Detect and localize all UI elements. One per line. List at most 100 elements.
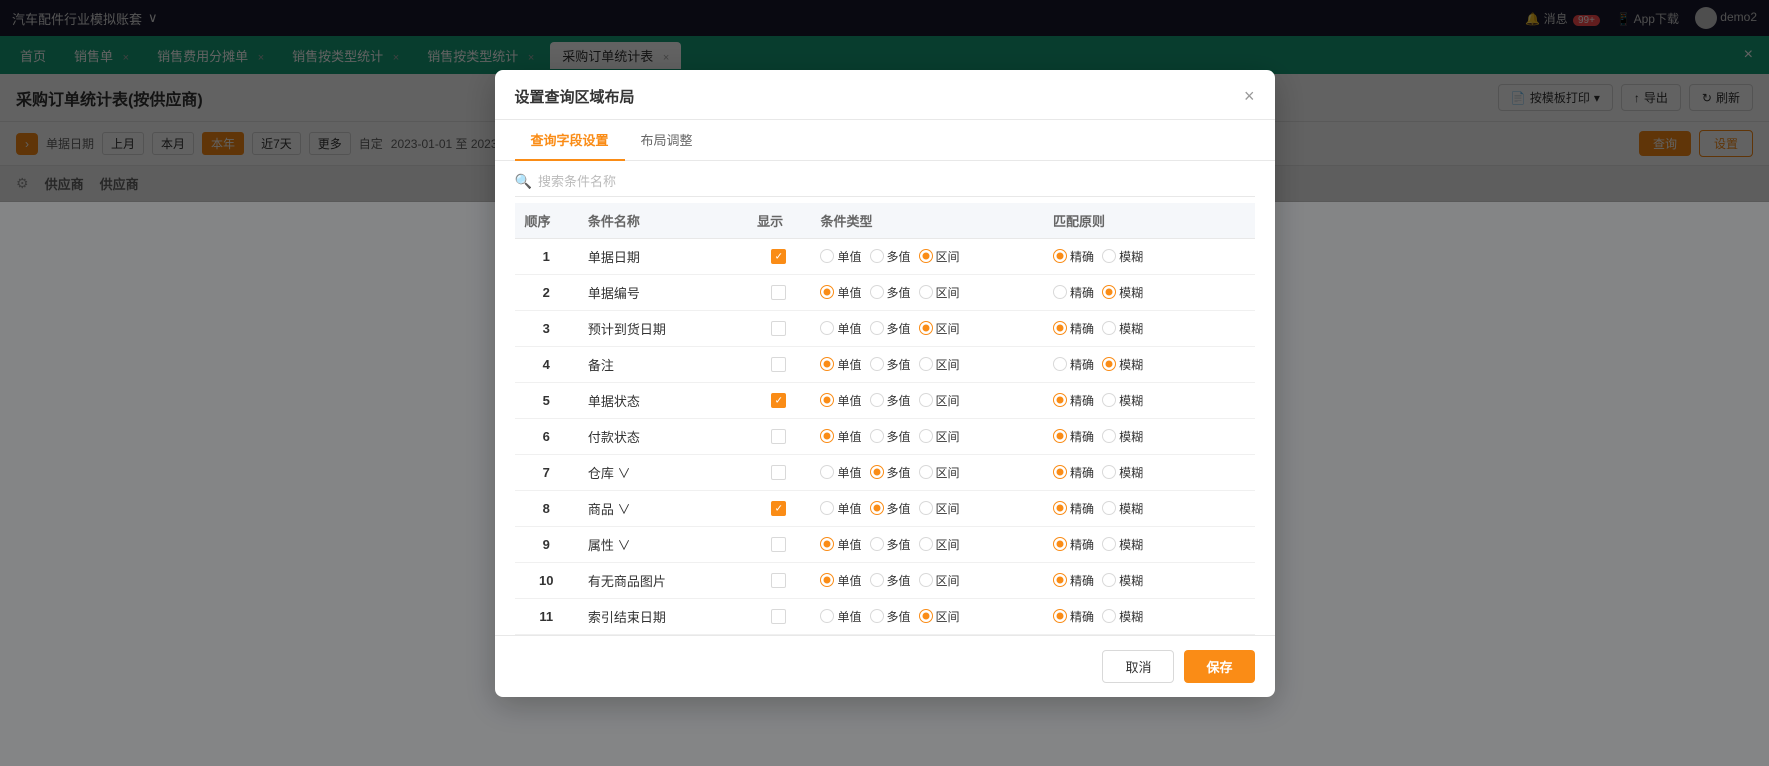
type-option-多值-row-9[interactable]: 多值 bbox=[870, 536, 911, 553]
radio-circle-match-精确-row-10 bbox=[1053, 573, 1067, 587]
match-option-模糊-row-2[interactable]: 模糊 bbox=[1102, 284, 1143, 301]
match-option-精确-row-3[interactable]: 精确 bbox=[1053, 320, 1094, 337]
row-order-8: 8 bbox=[515, 490, 578, 526]
match-option-精确-row-8[interactable]: 精确 bbox=[1053, 500, 1094, 517]
match-option-精确-row-7[interactable]: 精确 bbox=[1053, 464, 1094, 481]
type-option-单值-row-6[interactable]: 单值 bbox=[820, 428, 861, 445]
radio-circle-match-精确-row-9 bbox=[1053, 537, 1067, 551]
show-checkbox-10[interactable] bbox=[771, 573, 786, 588]
show-checkbox-1[interactable] bbox=[771, 249, 786, 264]
table-row: 5单据状态单值多值区间精确模糊 bbox=[515, 382, 1255, 418]
radio-circle-type-单值-row-8 bbox=[820, 501, 834, 515]
match-option-精确-row-10[interactable]: 精确 bbox=[1053, 572, 1094, 589]
radio-circle-type-区间-row-10 bbox=[919, 573, 933, 587]
match-option-模糊-row-10[interactable]: 模糊 bbox=[1102, 572, 1143, 589]
radio-circle-type-多值-row-6 bbox=[870, 429, 884, 443]
match-option-精确-row-6[interactable]: 精确 bbox=[1053, 428, 1094, 445]
show-checkbox-9[interactable] bbox=[771, 537, 786, 552]
type-option-多值-row-4[interactable]: 多值 bbox=[870, 356, 911, 373]
tab-layout-adjust[interactable]: 布局调整 bbox=[625, 120, 709, 161]
row-show-cell-2 bbox=[747, 274, 810, 310]
row-condition-name-7: 仓库 ∨ bbox=[578, 454, 747, 490]
type-option-单值-row-7[interactable]: 单值 bbox=[820, 464, 861, 481]
row-type-cell-5: 单值多值区间 bbox=[810, 382, 1043, 418]
match-option-模糊-row-7[interactable]: 模糊 bbox=[1102, 464, 1143, 481]
row-condition-name-3: 预计到货日期 bbox=[578, 310, 747, 346]
tab-query-field-settings[interactable]: 查询字段设置 bbox=[515, 120, 625, 161]
type-option-单值-row-5[interactable]: 单值 bbox=[820, 392, 861, 409]
type-option-单值-row-2[interactable]: 单值 bbox=[820, 284, 861, 301]
row-order-4: 4 bbox=[515, 346, 578, 382]
match-option-模糊-row-5[interactable]: 模糊 bbox=[1102, 392, 1143, 409]
condition-search-input[interactable] bbox=[538, 174, 738, 189]
row-type-cell-1: 单值多值区间 bbox=[810, 238, 1043, 274]
type-option-区间-row-7[interactable]: 区间 bbox=[919, 464, 960, 481]
type-option-区间-row-1[interactable]: 区间 bbox=[919, 248, 960, 265]
show-checkbox-3[interactable] bbox=[771, 321, 786, 336]
table-row: 9属性 ∨单值多值区间精确模糊 bbox=[515, 526, 1255, 562]
radio-circle-type-多值-row-1 bbox=[870, 249, 884, 263]
match-option-模糊-row-11[interactable]: 模糊 bbox=[1102, 608, 1143, 625]
modal-title: 设置查询区域布局 bbox=[515, 86, 635, 107]
match-option-模糊-row-1[interactable]: 模糊 bbox=[1102, 248, 1143, 265]
match-option-精确-row-1[interactable]: 精确 bbox=[1053, 248, 1094, 265]
match-option-模糊-row-4[interactable]: 模糊 bbox=[1102, 356, 1143, 373]
show-checkbox-7[interactable] bbox=[771, 465, 786, 480]
row-type-cell-9: 单值多值区间 bbox=[810, 526, 1043, 562]
settings-modal: 设置查询区域布局 × 查询字段设置 布局调整 🔍 顺序 条件名称 显示 bbox=[495, 70, 1275, 697]
row-order-7: 7 bbox=[515, 454, 578, 490]
match-option-模糊-row-6[interactable]: 模糊 bbox=[1102, 428, 1143, 445]
col-header-match-rule: 匹配原则 bbox=[1043, 203, 1254, 239]
type-option-单值-row-10[interactable]: 单值 bbox=[820, 572, 861, 589]
type-option-单值-row-8[interactable]: 单值 bbox=[820, 500, 861, 517]
radio-circle-type-单值-row-4 bbox=[820, 357, 834, 371]
radio-circle-match-精确-row-4 bbox=[1053, 357, 1067, 371]
type-option-区间-row-2[interactable]: 区间 bbox=[919, 284, 960, 301]
type-option-区间-row-3[interactable]: 区间 bbox=[919, 320, 960, 337]
type-option-区间-row-5[interactable]: 区间 bbox=[919, 392, 960, 409]
type-option-多值-row-3[interactable]: 多值 bbox=[870, 320, 911, 337]
type-option-区间-row-11[interactable]: 区间 bbox=[919, 608, 960, 625]
type-option-单值-row-4[interactable]: 单值 bbox=[820, 356, 861, 373]
radio-circle-match-模糊-row-9 bbox=[1102, 537, 1116, 551]
type-option-单值-row-9[interactable]: 单值 bbox=[820, 536, 861, 553]
save-button[interactable]: 保存 bbox=[1184, 650, 1254, 683]
type-option-多值-row-8[interactable]: 多值 bbox=[870, 500, 911, 517]
table-row: 10有无商品图片单值多值区间精确模糊 bbox=[515, 562, 1255, 598]
match-option-模糊-row-8[interactable]: 模糊 bbox=[1102, 500, 1143, 517]
type-option-多值-row-11[interactable]: 多值 bbox=[870, 608, 911, 625]
type-option-单值-row-3[interactable]: 单值 bbox=[820, 320, 861, 337]
type-option-多值-row-2[interactable]: 多值 bbox=[870, 284, 911, 301]
cancel-button[interactable]: 取消 bbox=[1102, 650, 1174, 683]
match-option-精确-row-5[interactable]: 精确 bbox=[1053, 392, 1094, 409]
match-option-精确-row-9[interactable]: 精确 bbox=[1053, 536, 1094, 553]
match-option-模糊-row-3[interactable]: 模糊 bbox=[1102, 320, 1143, 337]
table-row: 8商品 ∨单值多值区间精确模糊 bbox=[515, 490, 1255, 526]
type-option-多值-row-5[interactable]: 多值 bbox=[870, 392, 911, 409]
type-option-区间-row-9[interactable]: 区间 bbox=[919, 536, 960, 553]
type-option-多值-row-10[interactable]: 多值 bbox=[870, 572, 911, 589]
match-option-精确-row-2[interactable]: 精确 bbox=[1053, 284, 1094, 301]
type-option-多值-row-7[interactable]: 多值 bbox=[870, 464, 911, 481]
type-option-多值-row-6[interactable]: 多值 bbox=[870, 428, 911, 445]
type-option-区间-row-6[interactable]: 区间 bbox=[919, 428, 960, 445]
show-checkbox-6[interactable] bbox=[771, 429, 786, 444]
modal-close-button[interactable]: × bbox=[1244, 87, 1255, 105]
type-option-区间-row-10[interactable]: 区间 bbox=[919, 572, 960, 589]
type-option-区间-row-4[interactable]: 区间 bbox=[919, 356, 960, 373]
match-option-精确-row-11[interactable]: 精确 bbox=[1053, 608, 1094, 625]
show-checkbox-4[interactable] bbox=[771, 357, 786, 372]
row-condition-name-1: 单据日期 bbox=[578, 238, 747, 274]
type-option-多值-row-1[interactable]: 多值 bbox=[870, 248, 911, 265]
match-option-精确-row-4[interactable]: 精确 bbox=[1053, 356, 1094, 373]
type-option-单值-row-11[interactable]: 单值 bbox=[820, 608, 861, 625]
show-checkbox-5[interactable] bbox=[771, 393, 786, 408]
show-checkbox-2[interactable] bbox=[771, 285, 786, 300]
match-option-模糊-row-9[interactable]: 模糊 bbox=[1102, 536, 1143, 553]
row-type-cell-6: 单值多值区间 bbox=[810, 418, 1043, 454]
type-option-区间-row-8[interactable]: 区间 bbox=[919, 500, 960, 517]
radio-circle-type-区间-row-6 bbox=[919, 429, 933, 443]
show-checkbox-8[interactable] bbox=[771, 501, 786, 516]
type-option-单值-row-1[interactable]: 单值 bbox=[820, 248, 861, 265]
show-checkbox-11[interactable] bbox=[771, 609, 786, 624]
